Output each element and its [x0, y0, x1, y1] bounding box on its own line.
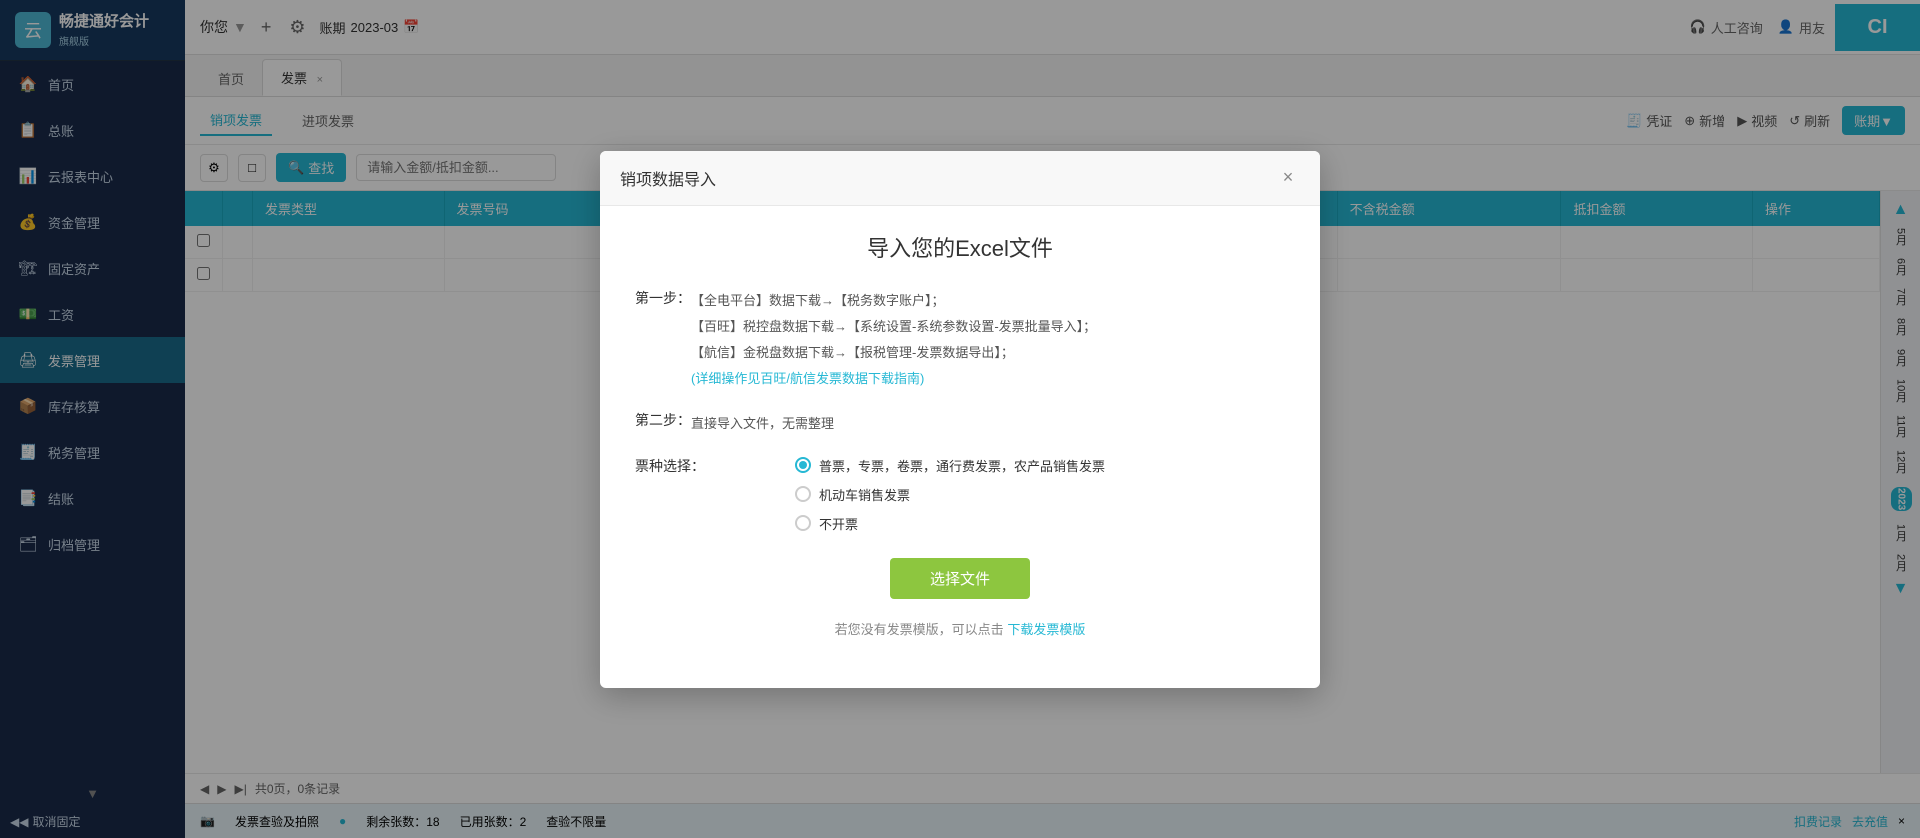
radio-general[interactable]: 普票，专票，卷票，通行费发票，农产品销售发票 — [795, 456, 1105, 475]
footer-text: 若您没有发票模版，可以点击 — [835, 622, 1004, 637]
radio-noticket-circle — [795, 515, 811, 531]
step2-content: 直接导入文件，无需整理 — [691, 411, 834, 437]
step1-content: 【全电平台】数据下载→【税务数字账户】； 【百旺】税控盘数据下载→【系统设置-系… — [691, 288, 1096, 392]
radio-vehicle[interactable]: 机动车销售发票 — [795, 485, 1105, 504]
modal-body: 导入您的Excel文件 第一步： 【全电平台】数据下载→【税务数字账户】； 【百… — [600, 206, 1320, 688]
select-file-button[interactable]: 选择文件 — [890, 558, 1030, 599]
guide-link[interactable]: (详细操作见百旺/航信发票数据下载指南) — [691, 371, 924, 386]
ticket-label: 票种选择： — [635, 456, 715, 476]
step2-label: 第二步： — [635, 410, 691, 430]
step1-line1: 【全电平台】数据下载→【税务数字账户】； — [691, 288, 1096, 314]
step1-link[interactable]: (详细操作见百旺/航信发票数据下载指南) — [691, 366, 1096, 392]
radio-vehicle-label: 机动车销售发票 — [819, 485, 910, 504]
modal-header: 销项数据导入 × — [600, 151, 1320, 206]
step2-row: 第二步： 直接导入文件，无需整理 — [635, 410, 1285, 438]
step1-line2: 【百旺】税控盘数据下载→【系统设置-系统参数设置-发票批量导入】； — [691, 314, 1096, 340]
modal-overlay: 销项数据导入 × 导入您的Excel文件 第一步： 【全电平台】数据下载→【税务… — [0, 0, 1920, 838]
step1-label: 第一步： — [635, 288, 691, 384]
step2-section: 第二步： 直接导入文件，无需整理 — [635, 410, 1285, 438]
radio-general-dot — [799, 461, 807, 469]
radio-group: 普票，专票，卷票，通行费发票，农产品销售发票 机动车销售发票 不开票 — [795, 456, 1105, 533]
step1-line3: 【航信】金税盘数据下载→【报税管理-发票数据导出】； — [691, 340, 1096, 366]
ticket-select-section: 票种选择： 普票，专票，卷票，通行费发票，农产品销售发票 机动车销售发票 — [635, 456, 1285, 533]
radio-general-circle — [795, 457, 811, 473]
step1-section: 第一步： 【全电平台】数据下载→【税务数字账户】； 【百旺】税控盘数据下载→【系… — [635, 288, 1285, 392]
modal-close-button[interactable]: × — [1276, 166, 1300, 190]
download-template-link[interactable]: 下载发票模版 — [1007, 622, 1085, 637]
import-modal: 销项数据导入 × 导入您的Excel文件 第一步： 【全电平台】数据下载→【税务… — [600, 151, 1320, 688]
step1-row: 第一步： 【全电平台】数据下载→【税务数字账户】； 【百旺】税控盘数据下载→【系… — [635, 288, 1285, 392]
radio-general-label: 普票，专票，卷票，通行费发票，农产品销售发票 — [819, 456, 1105, 475]
modal-title: 销项数据导入 — [620, 166, 716, 190]
radio-noticket[interactable]: 不开票 — [795, 514, 1105, 533]
radio-vehicle-circle — [795, 486, 811, 502]
modal-footer: 若您没有发票模版，可以点击 下载发票模版 — [635, 619, 1285, 658]
radio-noticket-label: 不开票 — [819, 514, 858, 533]
modal-main-title: 导入您的Excel文件 — [635, 231, 1285, 263]
